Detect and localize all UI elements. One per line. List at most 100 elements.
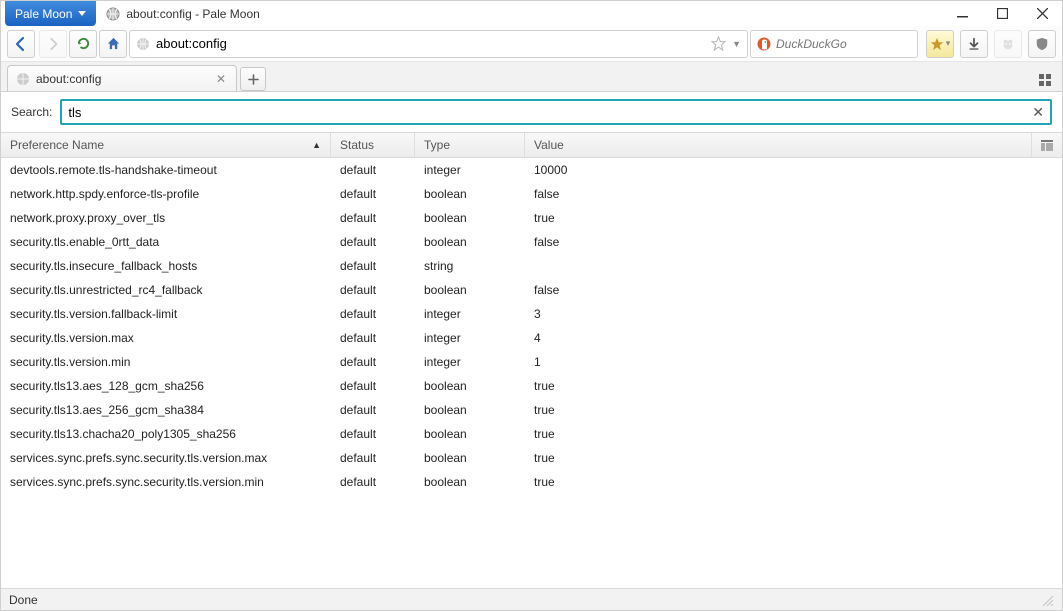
titlebar-drag-area[interactable] xyxy=(270,1,942,26)
pref-status: default xyxy=(331,163,415,177)
column-picker-button[interactable] xyxy=(1032,133,1062,157)
pref-value: 10000 xyxy=(525,163,1062,177)
pref-value: false xyxy=(525,235,1062,249)
config-search-input[interactable] xyxy=(68,105,1032,120)
pref-row[interactable]: devtools.remote.tls-handshake-timeoutdef… xyxy=(1,158,1062,182)
pref-value: 1 xyxy=(525,355,1062,369)
greasemonkey-button[interactable] xyxy=(994,30,1022,58)
ublock-button[interactable] xyxy=(1028,30,1056,58)
url-bar[interactable]: ▼ xyxy=(129,30,748,58)
pref-type: integer xyxy=(415,163,525,177)
pref-row[interactable]: network.http.spdy.enforce-tls-profiledef… xyxy=(1,182,1062,206)
shield-icon xyxy=(1035,37,1049,51)
status-bar: Done xyxy=(1,588,1062,610)
pref-row[interactable]: security.tls.version.maxdefaultinteger4 xyxy=(1,326,1062,350)
pref-row[interactable]: security.tls13.aes_256_gcm_sha384default… xyxy=(1,398,1062,422)
pref-name: services.sync.prefs.sync.security.tls.ve… xyxy=(1,475,331,489)
chevron-down-icon: ▾ xyxy=(946,38,951,49)
pref-value: 3 xyxy=(525,307,1062,321)
pref-status: default xyxy=(331,379,415,393)
tab-about-config[interactable]: about:config ✕ xyxy=(7,65,237,91)
clear-search-icon[interactable]: ✕ xyxy=(1032,104,1044,121)
pref-type: integer xyxy=(415,307,525,321)
forward-button[interactable] xyxy=(39,30,67,58)
config-search-row: Search: ✕ xyxy=(1,92,1062,132)
pref-status: default xyxy=(331,331,415,345)
pref-type: string xyxy=(415,259,525,273)
monkey-icon xyxy=(1001,37,1015,51)
pref-status: default xyxy=(331,307,415,321)
pref-row[interactable]: security.tls13.aes_128_gcm_sha256default… xyxy=(1,374,1062,398)
config-rows[interactable]: devtools.remote.tls-handshake-timeoutdef… xyxy=(1,158,1062,588)
tab-bar: about:config ✕ xyxy=(1,62,1062,92)
pref-type: boolean xyxy=(415,403,525,417)
config-search-box[interactable]: ✕ xyxy=(60,99,1052,125)
home-button[interactable] xyxy=(99,30,127,58)
url-input[interactable] xyxy=(156,36,705,51)
app-menu-button[interactable]: Pale Moon xyxy=(5,1,96,26)
pref-type: boolean xyxy=(415,379,525,393)
pref-value: true xyxy=(525,211,1062,225)
minimize-button[interactable] xyxy=(942,1,982,26)
pref-row[interactable]: security.tls.enable_0rtt_datadefaultbool… xyxy=(1,230,1062,254)
close-icon xyxy=(1037,8,1048,19)
pref-name: network.http.spdy.enforce-tls-profile xyxy=(1,187,331,201)
pref-name: security.tls.insecure_fallback_hosts xyxy=(1,259,331,273)
pref-status: default xyxy=(331,475,415,489)
pref-status: default xyxy=(331,427,415,441)
bookmark-star-icon[interactable] xyxy=(711,36,726,51)
reload-button[interactable] xyxy=(69,30,97,58)
pref-row[interactable]: services.sync.prefs.sync.security.tls.ve… xyxy=(1,470,1062,494)
pref-row[interactable]: security.tls.version.mindefaultinteger1 xyxy=(1,350,1062,374)
pref-row[interactable]: network.proxy.proxy_over_tlsdefaultboole… xyxy=(1,206,1062,230)
resize-grip-icon[interactable] xyxy=(1040,593,1054,607)
identity-icon[interactable] xyxy=(136,37,150,51)
pref-name: security.tls.enable_0rtt_data xyxy=(1,235,331,249)
pref-status: default xyxy=(331,283,415,297)
bookmarks-button[interactable]: ▾ xyxy=(926,30,954,58)
window-title-text: about:config - Pale Moon xyxy=(126,7,259,21)
column-header-value[interactable]: Value xyxy=(525,133,1032,157)
search-input[interactable] xyxy=(776,37,933,51)
pref-name: security.tls.version.min xyxy=(1,355,331,369)
column-header-type[interactable]: Type xyxy=(415,133,525,157)
pref-type: boolean xyxy=(415,283,525,297)
pref-value: true xyxy=(525,379,1062,393)
pref-row[interactable]: security.tls.version.fallback-limitdefau… xyxy=(1,302,1062,326)
tab-close-icon[interactable]: ✕ xyxy=(214,72,228,86)
pref-type: boolean xyxy=(415,235,525,249)
maximize-icon xyxy=(997,8,1008,19)
new-tab-button[interactable] xyxy=(240,67,266,91)
pref-name: services.sync.prefs.sync.security.tls.ve… xyxy=(1,451,331,465)
maximize-button[interactable] xyxy=(982,1,1022,26)
column-header-name[interactable]: Preference Name ▲ xyxy=(1,133,331,157)
pref-row[interactable]: services.sync.prefs.sync.security.tls.ve… xyxy=(1,446,1062,470)
home-icon xyxy=(106,36,121,51)
nav-toolbar: ▼ ▾ xyxy=(1,26,1062,62)
pref-type: boolean xyxy=(415,427,525,441)
pref-name: security.tls.version.max xyxy=(1,331,331,345)
url-dropdown-icon[interactable]: ▼ xyxy=(732,39,741,49)
search-bar[interactable] xyxy=(750,30,918,58)
pref-status: default xyxy=(331,451,415,465)
reload-icon xyxy=(76,36,91,51)
pref-type: boolean xyxy=(415,187,525,201)
pref-value: true xyxy=(525,475,1062,489)
pref-row[interactable]: security.tls.unrestricted_rc4_fallbackde… xyxy=(1,278,1062,302)
search-engine-icon[interactable] xyxy=(757,37,771,51)
all-tabs-button[interactable] xyxy=(1034,69,1056,91)
column-header-name-label: Preference Name xyxy=(10,138,104,152)
titlebar: Pale Moon about:config - Pale Moon xyxy=(1,1,1062,26)
pref-status: default xyxy=(331,211,415,225)
pref-row[interactable]: security.tls13.chacha20_poly1305_sha256d… xyxy=(1,422,1062,446)
pref-status: default xyxy=(331,187,415,201)
column-header-status[interactable]: Status xyxy=(331,133,415,157)
tab-label: about:config xyxy=(36,72,208,86)
pref-value: true xyxy=(525,451,1062,465)
pref-type: integer xyxy=(415,331,525,345)
pref-row[interactable]: security.tls.insecure_fallback_hostsdefa… xyxy=(1,254,1062,278)
downloads-button[interactable] xyxy=(960,30,988,58)
close-button[interactable] xyxy=(1022,1,1062,26)
back-button[interactable] xyxy=(7,30,35,58)
arrow-right-icon xyxy=(46,37,60,51)
